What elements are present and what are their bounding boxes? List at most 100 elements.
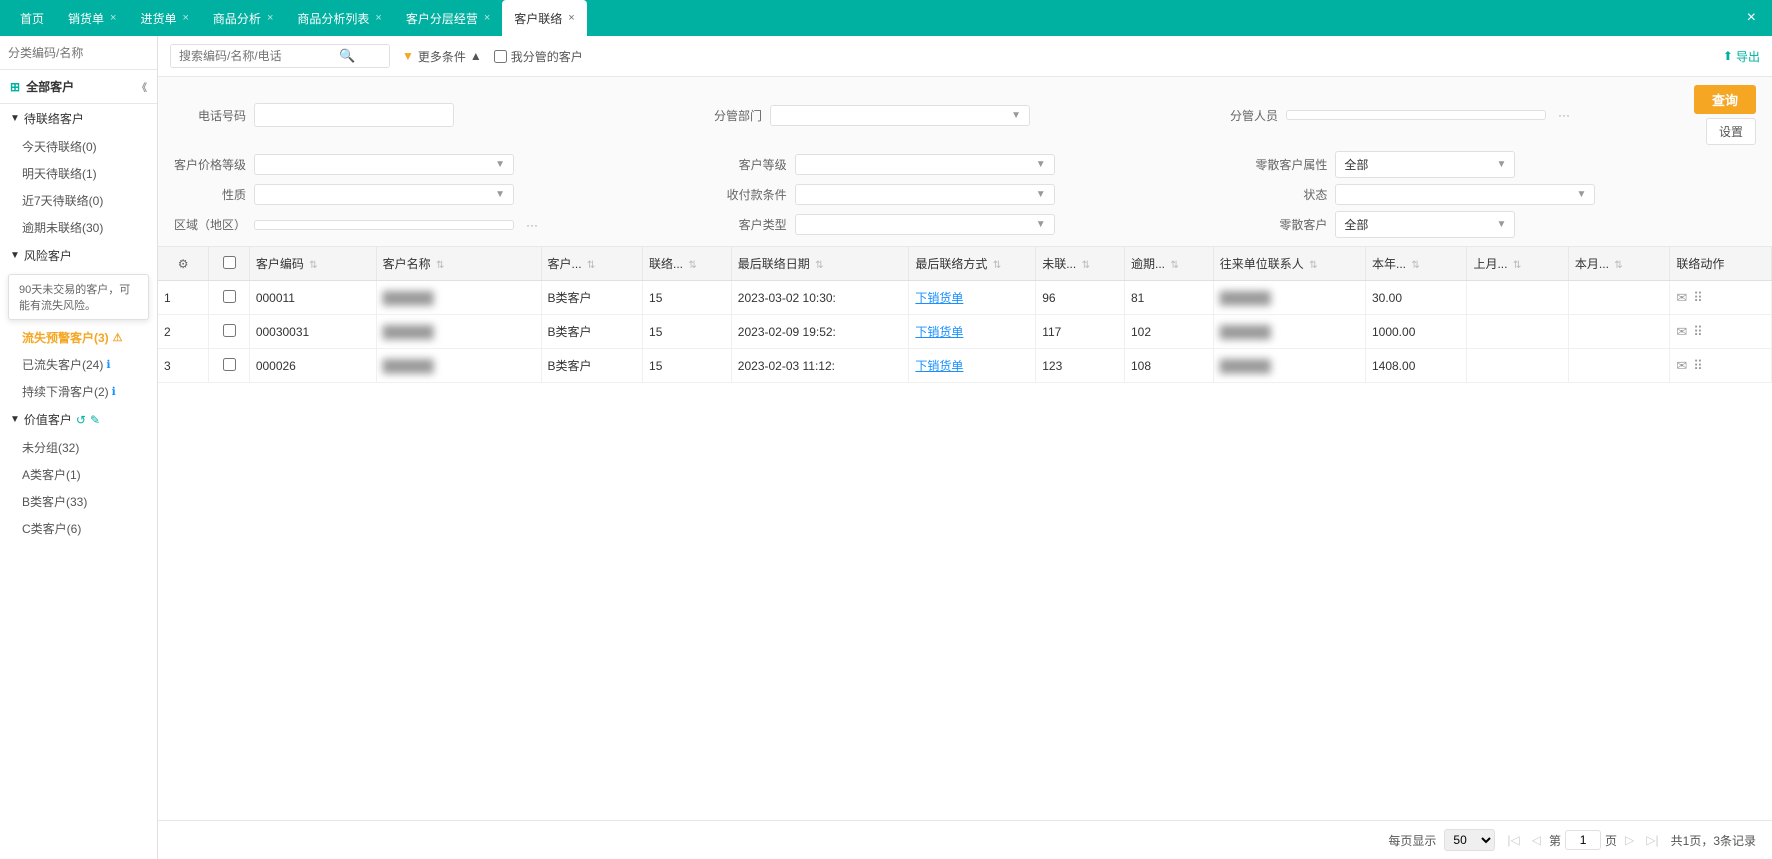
tab-analysis[interactable]: 商品分析 ×	[201, 0, 285, 36]
cell-person-1: ██████	[1213, 315, 1365, 349]
tab-customer-contact-close[interactable]: ×	[568, 12, 574, 24]
cell-last-way-2[interactable]: 下销货单	[909, 349, 1036, 383]
refresh-icon[interactable]: ↺	[76, 413, 86, 427]
payment-select[interactable]: ▼	[795, 184, 1055, 205]
close-all-button[interactable]: ×	[1739, 9, 1764, 27]
action-more-1[interactable]: ⠿	[1693, 324, 1703, 340]
th-contact[interactable]: 联络... ⇅	[643, 247, 732, 281]
sidebar-all-customers[interactable]: ⊞ 全部客户 《	[0, 70, 157, 104]
sidebar-group-risk-header[interactable]: ▼ 风险客户	[0, 241, 157, 270]
th-uncontact[interactable]: 未联... ⇅	[1036, 247, 1125, 281]
th-person[interactable]: 往来单位联系人 ⇅	[1213, 247, 1365, 281]
action-more-2[interactable]: ⠿	[1693, 358, 1703, 374]
sidebar-item-churned[interactable]: 已流失客户(24) ℹ	[0, 351, 157, 378]
th-settings[interactable]: ⚙	[158, 247, 209, 281]
tab-customer-contact[interactable]: 客户联络 ×	[502, 0, 586, 36]
action-contact-2[interactable]: ✉	[1676, 358, 1687, 374]
sidebar-item-classB[interactable]: B类客户(33)	[0, 488, 157, 515]
tab-home[interactable]: 首页	[8, 0, 56, 36]
sort-icon-contact: ⇅	[688, 260, 696, 271]
th-code[interactable]: 客户编码 ⇅	[249, 247, 376, 281]
filter-zero-customer: 零散客户 全部 ▼	[1215, 211, 1756, 238]
action-contact-0[interactable]: ✉	[1676, 290, 1687, 306]
filter-row-1: 电话号码 分管部门 ▼ 分管人员 ···	[174, 85, 1756, 145]
search-input[interactable]	[179, 49, 339, 63]
phone-input[interactable]	[254, 103, 454, 127]
settings-button[interactable]: 设置	[1706, 118, 1756, 145]
price-level-select[interactable]: ▼	[254, 154, 514, 175]
th-check[interactable]	[209, 247, 250, 281]
cell-check-1[interactable]	[209, 315, 250, 349]
customer-table: ⚙ 客户编码 ⇅ 客户名称 ⇅ 客户... ⇅	[158, 247, 1772, 383]
person-more-dots[interactable]: ···	[1552, 108, 1576, 122]
cell-check-0[interactable]	[209, 281, 250, 315]
sidebar-item-tomorrow[interactable]: 明天待联络(1)	[0, 160, 157, 187]
export-button[interactable]: ⬆ 导出	[1723, 48, 1760, 65]
tab-analysis-list-close[interactable]: ×	[375, 12, 381, 24]
sidebar-search-input[interactable]	[8, 46, 158, 60]
first-page-btn[interactable]: |◁	[1503, 831, 1523, 849]
my-customer-checkbox[interactable]	[494, 50, 507, 63]
region-more-dots[interactable]: ···	[520, 218, 544, 232]
person-select[interactable]	[1286, 110, 1546, 120]
zero-attr-value: 全部	[1344, 156, 1496, 173]
customer-type-select[interactable]: ▼	[795, 214, 1055, 235]
th-name[interactable]: 客户名称 ⇅	[376, 247, 541, 281]
check-all[interactable]	[223, 256, 236, 269]
cell-last-way-1[interactable]: 下销货单	[909, 315, 1036, 349]
th-overdue[interactable]: 逾期... ⇅	[1125, 247, 1214, 281]
edit-icon[interactable]: ✎	[90, 413, 100, 427]
cell-last-way-0[interactable]: 下销货单	[909, 281, 1036, 315]
sidebar-item-classA[interactable]: A类客户(1)	[0, 461, 157, 488]
warning-icon: ⚠	[113, 331, 123, 344]
th-last-date[interactable]: 最后联络日期 ⇅	[731, 247, 909, 281]
page-input[interactable]	[1565, 830, 1601, 850]
action-contact-1[interactable]: ✉	[1676, 324, 1687, 340]
sidebar-group-pending-header[interactable]: ▼ 待联络客户	[0, 104, 157, 133]
sidebar-item-churn-warning[interactable]: 流失预警客户(3) ⚠	[0, 324, 157, 351]
th-code-label: 客户编码	[256, 257, 304, 271]
zero-customer-select[interactable]: 全部 ▼	[1335, 211, 1515, 238]
sidebar-item-today[interactable]: 今天待联络(0)	[0, 133, 157, 160]
sidebar-group-value-header[interactable]: ▼ 价值客户 ↺ ✎	[0, 405, 157, 434]
level-select[interactable]: ▼	[795, 154, 1055, 175]
query-button[interactable]: 查询	[1694, 85, 1756, 114]
total-records: 共1页，3条记录	[1671, 832, 1756, 849]
tab-sales[interactable]: 销货单 ×	[56, 0, 128, 36]
tab-sales-close[interactable]: ×	[110, 12, 116, 24]
tab-analysis-close[interactable]: ×	[267, 12, 273, 24]
tab-purchase[interactable]: 进货单 ×	[128, 0, 200, 36]
last-page-btn[interactable]: ▷|	[1642, 831, 1662, 849]
sidebar-item-overdue[interactable]: 逾期未联络(30)	[0, 214, 157, 241]
th-last-way[interactable]: 最后联络方式 ⇅	[909, 247, 1036, 281]
region-select[interactable]	[254, 220, 514, 230]
tab-analysis-list[interactable]: 商品分析列表 ×	[285, 0, 393, 36]
sidebar-item-declining[interactable]: 持续下滑客户(2) ℹ	[0, 378, 157, 405]
payment-label: 收付款条件	[715, 186, 795, 203]
tab-customer-tier-close[interactable]: ×	[484, 12, 490, 24]
cell-check-2[interactable]	[209, 349, 250, 383]
th-thisyear[interactable]: 本年... ⇅	[1365, 247, 1466, 281]
action-more-0[interactable]: ⠿	[1693, 290, 1703, 306]
tab-customer-tier[interactable]: 客户分层经营 ×	[394, 0, 502, 36]
table-header-row: ⚙ 客户编码 ⇅ 客户名称 ⇅ 客户... ⇅	[158, 247, 1772, 281]
per-page-select[interactable]: 50 100 200	[1444, 829, 1495, 851]
next-page-btn[interactable]: ▷	[1621, 831, 1638, 849]
my-customer-toggle[interactable]: 我分管的客户	[494, 48, 583, 65]
export-label: 导出	[1736, 48, 1760, 65]
dept-select[interactable]: ▼	[770, 105, 1030, 126]
sidebar-item-classC[interactable]: C类客户(6)	[0, 515, 157, 542]
nature-select[interactable]: ▼	[254, 184, 514, 205]
more-filter-button[interactable]: ▼ 更多条件 ▲	[402, 48, 482, 65]
th-thismonth[interactable]: 本月... ⇅	[1568, 247, 1669, 281]
th-type[interactable]: 客户... ⇅	[541, 247, 642, 281]
sidebar-item-ungroup[interactable]: 未分组(32)	[0, 434, 157, 461]
prev-page-btn[interactable]: ◁	[1528, 831, 1545, 849]
th-lastmonth[interactable]: 上月... ⇅	[1467, 247, 1568, 281]
status-select[interactable]: ▼	[1335, 184, 1595, 205]
zero-attr-select[interactable]: 全部 ▼	[1335, 151, 1515, 178]
cell-lastmonth-0	[1467, 281, 1568, 315]
tab-purchase-close[interactable]: ×	[182, 12, 188, 24]
sidebar-item-7days[interactable]: 近7天待联络(0)	[0, 187, 157, 214]
search-icon-btn[interactable]: 🔍	[339, 48, 355, 64]
